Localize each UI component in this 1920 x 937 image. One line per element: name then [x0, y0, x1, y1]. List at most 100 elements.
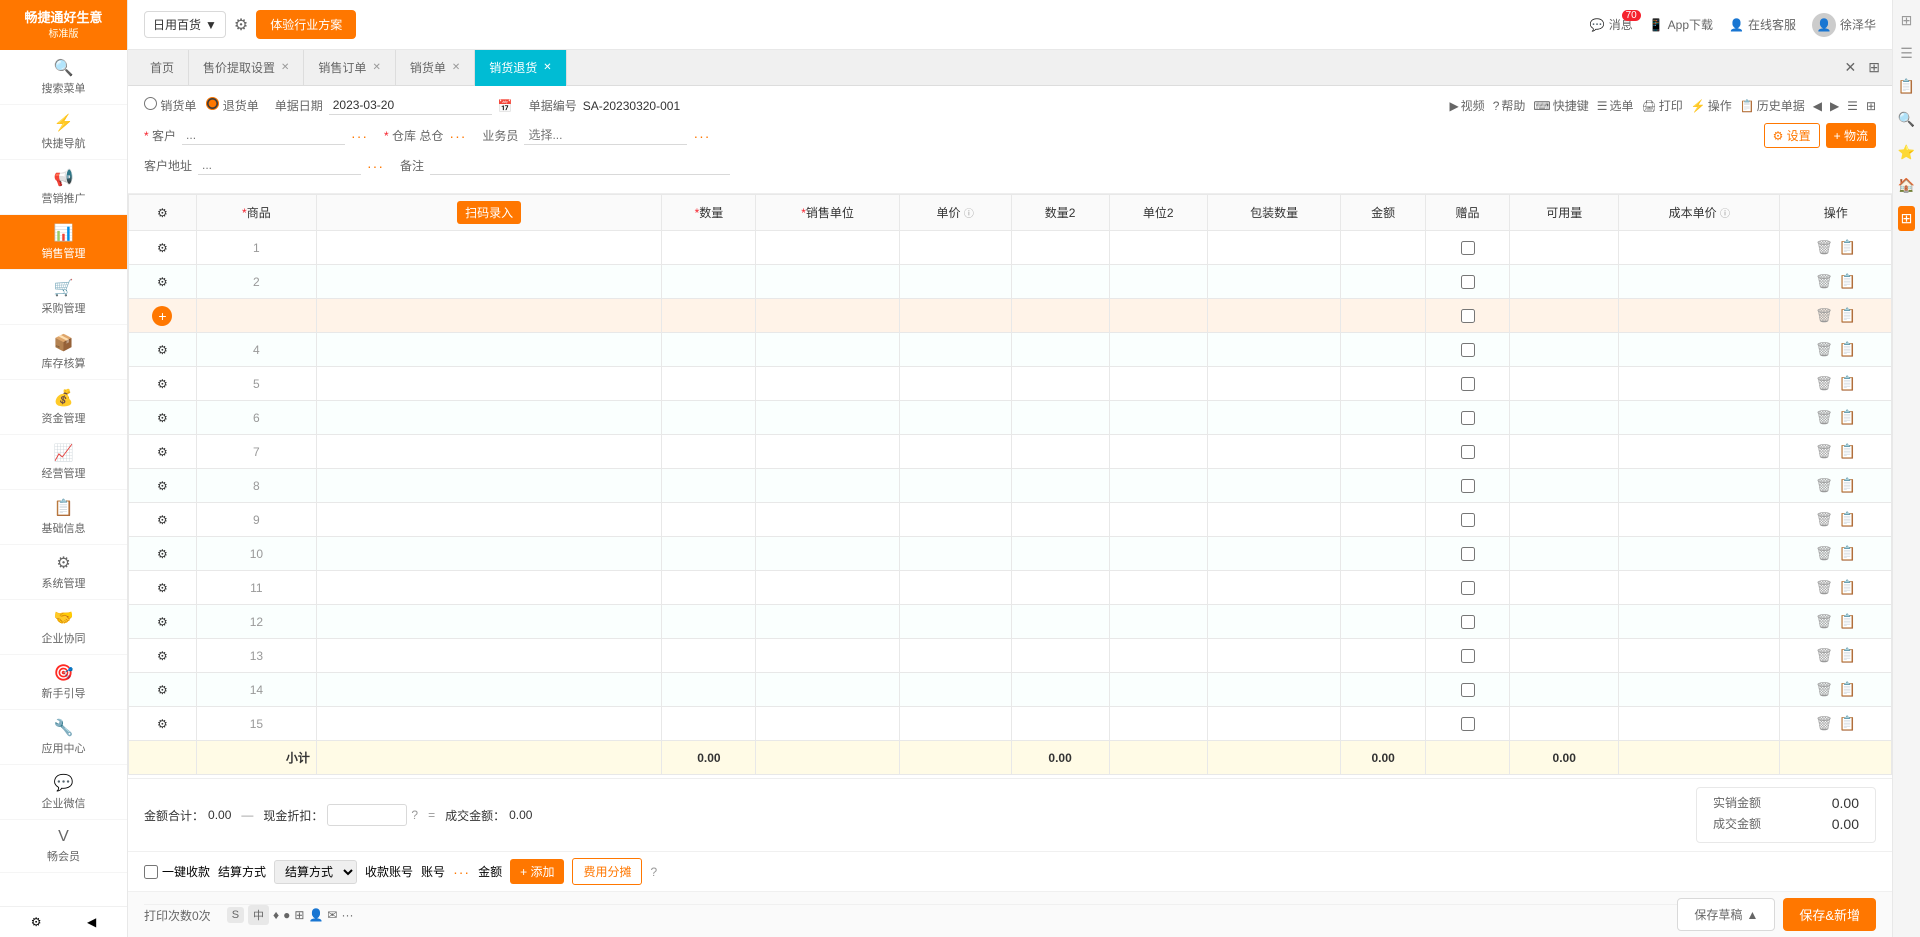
- qty2-cell-14[interactable]: [1011, 707, 1109, 741]
- qty2-cell-10[interactable]: [1011, 571, 1109, 605]
- unit-cell-2[interactable]: [756, 299, 899, 333]
- copy-icon-7[interactable]: 📋: [1839, 477, 1856, 494]
- pack-qty-cell-4[interactable]: [1207, 367, 1341, 401]
- amount-cell-5[interactable]: [1341, 401, 1425, 435]
- remark-input[interactable]: [430, 156, 730, 175]
- scan-button[interactable]: 扫码录入: [457, 201, 521, 224]
- cost-price-cell-3[interactable]: [1619, 333, 1780, 367]
- save-new-button[interactable]: 保存&新增: [1783, 898, 1876, 931]
- qty-cell-6[interactable]: [662, 435, 756, 469]
- qty-cell-8[interactable]: [662, 503, 756, 537]
- unit-cell-11[interactable]: [756, 605, 899, 639]
- delete-icon-2[interactable]: 🗑: [1815, 307, 1833, 324]
- price-cell-4[interactable]: [899, 367, 1011, 401]
- delete-icon-12[interactable]: 🗑: [1815, 647, 1833, 664]
- product-cell-10[interactable]: [316, 571, 662, 605]
- unit-cell-4[interactable]: [756, 367, 899, 401]
- available-cell-2[interactable]: [1510, 299, 1619, 333]
- product-input-7[interactable]: [323, 479, 656, 493]
- copy-icon-11[interactable]: 📋: [1839, 613, 1856, 630]
- person-icon[interactable]: 👤: [308, 908, 323, 922]
- available-cell-1[interactable]: [1510, 265, 1619, 299]
- tab-close-1[interactable]: ✕: [281, 62, 289, 73]
- add-row-btn-2[interactable]: +: [152, 306, 172, 326]
- price-cell-1[interactable]: [899, 265, 1011, 299]
- radio-sale[interactable]: [144, 97, 157, 110]
- copy-icon-9[interactable]: 📋: [1839, 545, 1856, 562]
- amount-cell-12[interactable]: [1341, 639, 1425, 673]
- sidebar-item-4[interactable]: 🛒采购管理: [0, 270, 127, 325]
- available-cell-9[interactable]: [1510, 537, 1619, 571]
- col-setting[interactable]: ⚙: [129, 195, 197, 231]
- delete-icon-7[interactable]: 🗑: [1815, 477, 1833, 494]
- amount-cell-6[interactable]: [1341, 435, 1425, 469]
- product-input-3[interactable]: [323, 343, 656, 357]
- price-cell-3[interactable]: [899, 333, 1011, 367]
- amount-cell-0[interactable]: [1341, 231, 1425, 265]
- unit-cell-12[interactable]: [756, 639, 899, 673]
- delete-icon-11[interactable]: 🗑: [1815, 613, 1833, 630]
- message-icon-container[interactable]: 💬 70 消息: [1590, 16, 1633, 33]
- sidebar-item-2[interactable]: 📢营销推广: [0, 160, 127, 215]
- sidebar-item-6[interactable]: 💰资金管理: [0, 380, 127, 435]
- rt-icon-5[interactable]: ⭐: [1896, 140, 1917, 165]
- sidebar-item-0[interactable]: 🔍搜索菜单: [0, 50, 127, 105]
- calc-method-select[interactable]: 结算方式: [274, 860, 357, 884]
- delete-icon-13[interactable]: 🗑: [1815, 681, 1833, 698]
- category-select[interactable]: 日用百货 ▼: [144, 11, 226, 38]
- price-cell-2[interactable]: [899, 299, 1011, 333]
- unit-cell-10[interactable]: [756, 571, 899, 605]
- tab-2[interactable]: 销售订单✕: [304, 50, 395, 86]
- copy-icon-10[interactable]: 📋: [1839, 579, 1856, 596]
- price-cell-11[interactable]: [899, 605, 1011, 639]
- diamond-icon[interactable]: ♦: [273, 908, 279, 922]
- tab-close-4[interactable]: ✕: [543, 62, 551, 73]
- discount-input[interactable]: [327, 804, 407, 826]
- gift-checkbox-14[interactable]: [1461, 717, 1475, 731]
- cost-price-cell-10[interactable]: [1619, 571, 1780, 605]
- product-cell-12[interactable]: [316, 639, 662, 673]
- collapse-icon[interactable]: ◀: [87, 915, 96, 929]
- one-click-checkbox[interactable]: [144, 865, 158, 879]
- unit-cell-1[interactable]: [756, 265, 899, 299]
- price-cell-10[interactable]: [899, 571, 1011, 605]
- tab-1[interactable]: 售价提取设置✕: [189, 50, 304, 86]
- sidebar-item-5[interactable]: 📦库存核算: [0, 325, 127, 380]
- gift-checkbox-13[interactable]: [1461, 683, 1475, 697]
- product-cell-3[interactable]: [316, 333, 662, 367]
- unit-cell-6[interactable]: [756, 435, 899, 469]
- price-cell-14[interactable]: [899, 707, 1011, 741]
- copy-icon-5[interactable]: 📋: [1839, 409, 1856, 426]
- available-cell-13[interactable]: [1510, 673, 1619, 707]
- product-cell-11[interactable]: [316, 605, 662, 639]
- account-select-btn[interactable]: ···: [453, 864, 470, 880]
- qty2-cell-7[interactable]: [1011, 469, 1109, 503]
- staff-input[interactable]: [524, 126, 687, 145]
- price-cell-5[interactable]: [899, 401, 1011, 435]
- unit-cell-3[interactable]: [756, 333, 899, 367]
- product-input-13[interactable]: [323, 683, 656, 697]
- gift-checkbox-5[interactable]: [1461, 411, 1475, 425]
- price-cell-12[interactable]: [899, 639, 1011, 673]
- rt-icon-7[interactable]: ⊞: [1898, 206, 1916, 231]
- unit2-cell-11[interactable]: [1109, 605, 1207, 639]
- delete-icon-8[interactable]: 🗑: [1815, 511, 1833, 528]
- cost-price-cell-12[interactable]: [1619, 639, 1780, 673]
- delete-icon-10[interactable]: 🗑: [1815, 579, 1833, 596]
- copy-icon-0[interactable]: 📋: [1839, 239, 1856, 256]
- copy-icon-8[interactable]: 📋: [1839, 511, 1856, 528]
- tab-close-3[interactable]: ✕: [452, 62, 460, 73]
- gift-checkbox-1[interactable]: [1461, 275, 1475, 289]
- warehouse-select-btn[interactable]: ···: [449, 128, 466, 144]
- amount-cell-11[interactable]: [1341, 605, 1425, 639]
- product-cell-13[interactable]: [316, 673, 662, 707]
- gift-checkbox-3[interactable]: [1461, 343, 1475, 357]
- unit2-cell-9[interactable]: [1109, 537, 1207, 571]
- product-input-5[interactable]: [323, 411, 656, 425]
- cost-price-cell-1[interactable]: [1619, 265, 1780, 299]
- gift-checkbox-0[interactable]: [1461, 241, 1475, 255]
- add-pay-button[interactable]: + 添加: [510, 859, 564, 884]
- amount-cell-7[interactable]: [1341, 469, 1425, 503]
- pack-qty-cell-11[interactable]: [1207, 605, 1341, 639]
- qty2-cell-11[interactable]: [1011, 605, 1109, 639]
